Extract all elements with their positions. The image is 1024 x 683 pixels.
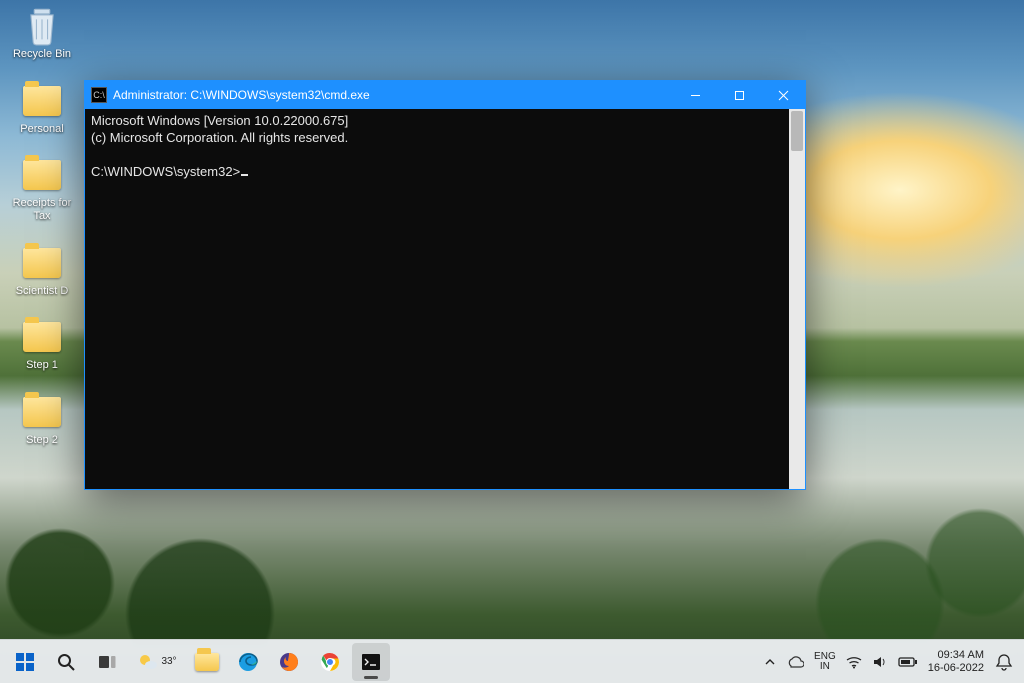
language-indicator[interactable]: ENG IN <box>814 652 836 672</box>
cmd-line: Microsoft Windows [Version 10.0.22000.67… <box>91 113 348 128</box>
wifi-icon <box>846 655 862 669</box>
cloud-icon <box>786 655 804 669</box>
cmd-body: Microsoft Windows [Version 10.0.22000.67… <box>85 109 805 489</box>
folder-icon <box>195 653 219 671</box>
terminal-button[interactable] <box>352 643 390 681</box>
folder-receipts-for-tax[interactable]: Receipts for Tax <box>6 155 78 222</box>
taskview-icon <box>97 652 117 672</box>
taskbar-left: 33° <box>0 643 390 681</box>
cmd-window[interactable]: C:\ Administrator: C:\WINDOWS\system32\c… <box>84 80 806 490</box>
start-button[interactable] <box>6 643 44 681</box>
volume-tray-icon[interactable] <box>872 655 888 669</box>
icon-label: Step 1 <box>26 359 58 372</box>
folder-step-1[interactable]: Step 1 <box>6 317 78 372</box>
wifi-tray-icon[interactable] <box>846 655 862 669</box>
file-explorer-button[interactable] <box>188 643 226 681</box>
cmd-app-icon: C:\ <box>91 87 107 103</box>
cmd-output[interactable]: Microsoft Windows [Version 10.0.22000.67… <box>85 109 789 489</box>
tray-overflow-button[interactable] <box>764 656 776 668</box>
search-button[interactable] <box>47 643 85 681</box>
folder-icon <box>23 86 61 116</box>
battery-icon <box>898 656 918 668</box>
cmd-prompt: C:\WINDOWS\system32> <box>91 164 240 179</box>
scrollbar[interactable] <box>789 109 805 489</box>
desktop-icons: Recycle Bin Personal Receipts for Tax Sc… <box>6 6 78 446</box>
scrollbar-thumb[interactable] <box>791 111 803 151</box>
firefox-icon <box>278 651 300 673</box>
weather-temp: 33° <box>161 656 176 667</box>
language-top: ENG <box>814 652 836 662</box>
firefox-button[interactable] <box>270 643 308 681</box>
chrome-button[interactable] <box>311 643 349 681</box>
windows-icon <box>14 651 36 673</box>
icon-label: Step 2 <box>26 434 58 447</box>
folder-step-2[interactable]: Step 2 <box>6 392 78 447</box>
recycle-bin-icon[interactable]: Recycle Bin <box>6 6 78 61</box>
folder-icon <box>23 397 61 427</box>
window-title: Administrator: C:\WINDOWS\system32\cmd.e… <box>113 88 370 102</box>
close-button[interactable] <box>761 81 805 109</box>
clock-date: 16-06-2022 <box>928 662 984 674</box>
clock[interactable]: 09:34 AM 16-06-2022 <box>928 649 984 673</box>
icon-label: Receipts for Tax <box>7 197 77 222</box>
folder-personal[interactable]: Personal <box>6 81 78 136</box>
edge-button[interactable] <box>229 643 267 681</box>
icon-label: Scientist D <box>16 285 69 298</box>
trash-icon <box>22 6 62 46</box>
notifications-button[interactable] <box>994 652 1014 672</box>
taskbar: 33° <box>0 639 1024 683</box>
folder-icon <box>23 248 61 278</box>
edge-icon <box>237 651 259 673</box>
onedrive-tray-icon[interactable] <box>786 655 804 669</box>
minimize-button[interactable] <box>673 81 717 109</box>
taskbar-tray: ENG IN 09:34 AM 16-06-2022 <box>764 649 1024 673</box>
icon-label: Recycle Bin <box>13 48 71 61</box>
task-view-button[interactable] <box>88 643 126 681</box>
search-icon <box>56 652 76 672</box>
cursor-icon <box>241 174 248 176</box>
language-bottom: IN <box>820 662 830 672</box>
chevron-up-icon <box>764 656 776 668</box>
weather-widget[interactable]: 33° <box>129 643 185 681</box>
bell-icon <box>994 652 1014 672</box>
speaker-icon <box>872 655 888 669</box>
terminal-icon <box>360 651 382 673</box>
folder-icon <box>23 160 61 190</box>
desktop[interactable]: Recycle Bin Personal Receipts for Tax Sc… <box>0 0 1024 683</box>
icon-label: Personal <box>20 123 63 136</box>
weather-icon <box>137 651 159 673</box>
cmd-line: (c) Microsoft Corporation. All rights re… <box>91 130 348 145</box>
folder-scientist-d[interactable]: Scientist D <box>6 243 78 298</box>
cmd-title-bar[interactable]: C:\ Administrator: C:\WINDOWS\system32\c… <box>85 81 805 109</box>
maximize-button[interactable] <box>717 81 761 109</box>
chrome-icon <box>319 651 341 673</box>
folder-icon <box>23 322 61 352</box>
clock-time: 09:34 AM <box>938 649 984 661</box>
battery-tray-icon[interactable] <box>898 656 918 668</box>
